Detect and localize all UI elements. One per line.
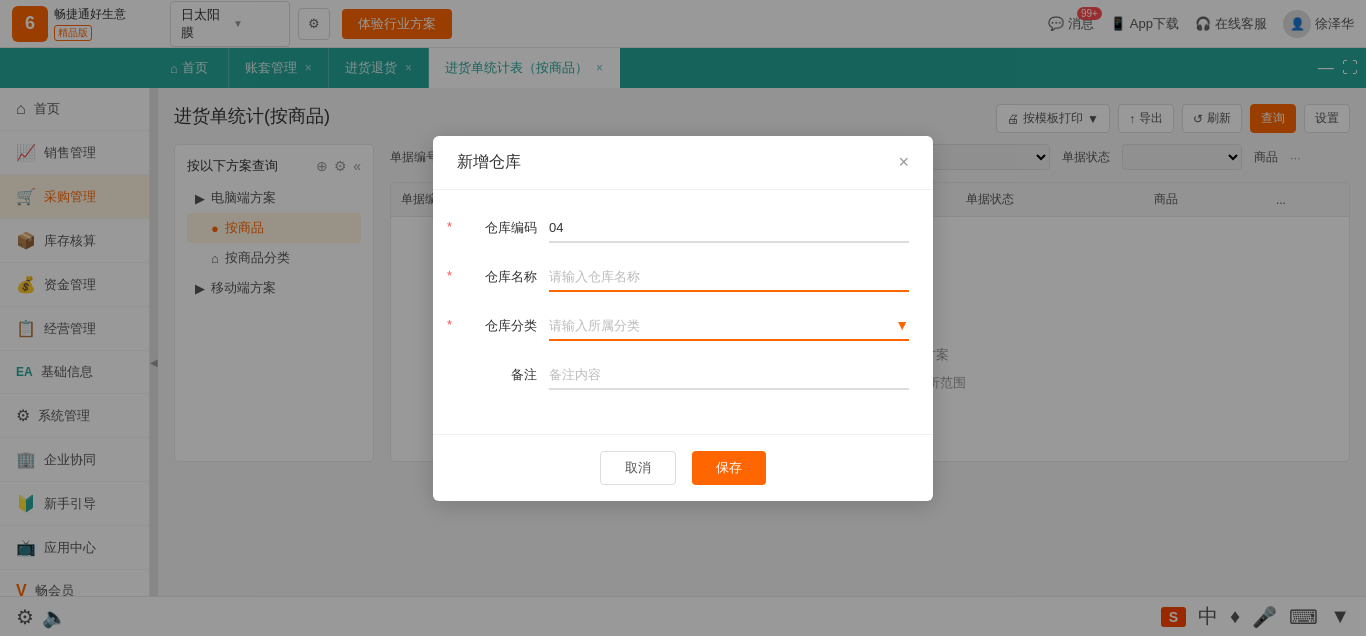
cancel-button[interactable]: 取消 [600,451,676,485]
warehouse-note-row: 备注 [457,361,909,390]
warehouse-category-wrapper: 请输入所属分类 ▼ [549,312,909,341]
modal-close-button[interactable]: × [898,152,909,173]
category-dropdown-icon: ▼ [895,317,909,333]
warehouse-category-label: 仓库分类 [457,317,537,335]
add-warehouse-modal: 新增仓库 × 仓库编码 仓库名称 仓库分类 请输入所属分类 [433,136,933,501]
warehouse-category-row: 仓库分类 请输入所属分类 ▼ [457,312,909,341]
warehouse-code-row: 仓库编码 [457,214,909,243]
warehouse-code-input[interactable] [549,214,909,243]
warehouse-category-select[interactable]: 请输入所属分类 [549,312,895,339]
warehouse-name-row: 仓库名称 [457,263,909,292]
modal-footer: 取消 保存 [433,434,933,501]
warehouse-code-label: 仓库编码 [457,219,537,237]
warehouse-note-input[interactable] [549,361,909,390]
modal-title: 新增仓库 [457,152,521,173]
save-button[interactable]: 保存 [692,451,766,485]
modal-overlay[interactable]: 新增仓库 × 仓库编码 仓库名称 仓库分类 请输入所属分类 [0,0,1366,636]
modal-body: 仓库编码 仓库名称 仓库分类 请输入所属分类 ▼ 备注 [433,190,933,434]
warehouse-name-input[interactable] [549,263,909,292]
warehouse-name-label: 仓库名称 [457,268,537,286]
modal-header: 新增仓库 × [433,136,933,190]
warehouse-note-label: 备注 [457,366,537,384]
